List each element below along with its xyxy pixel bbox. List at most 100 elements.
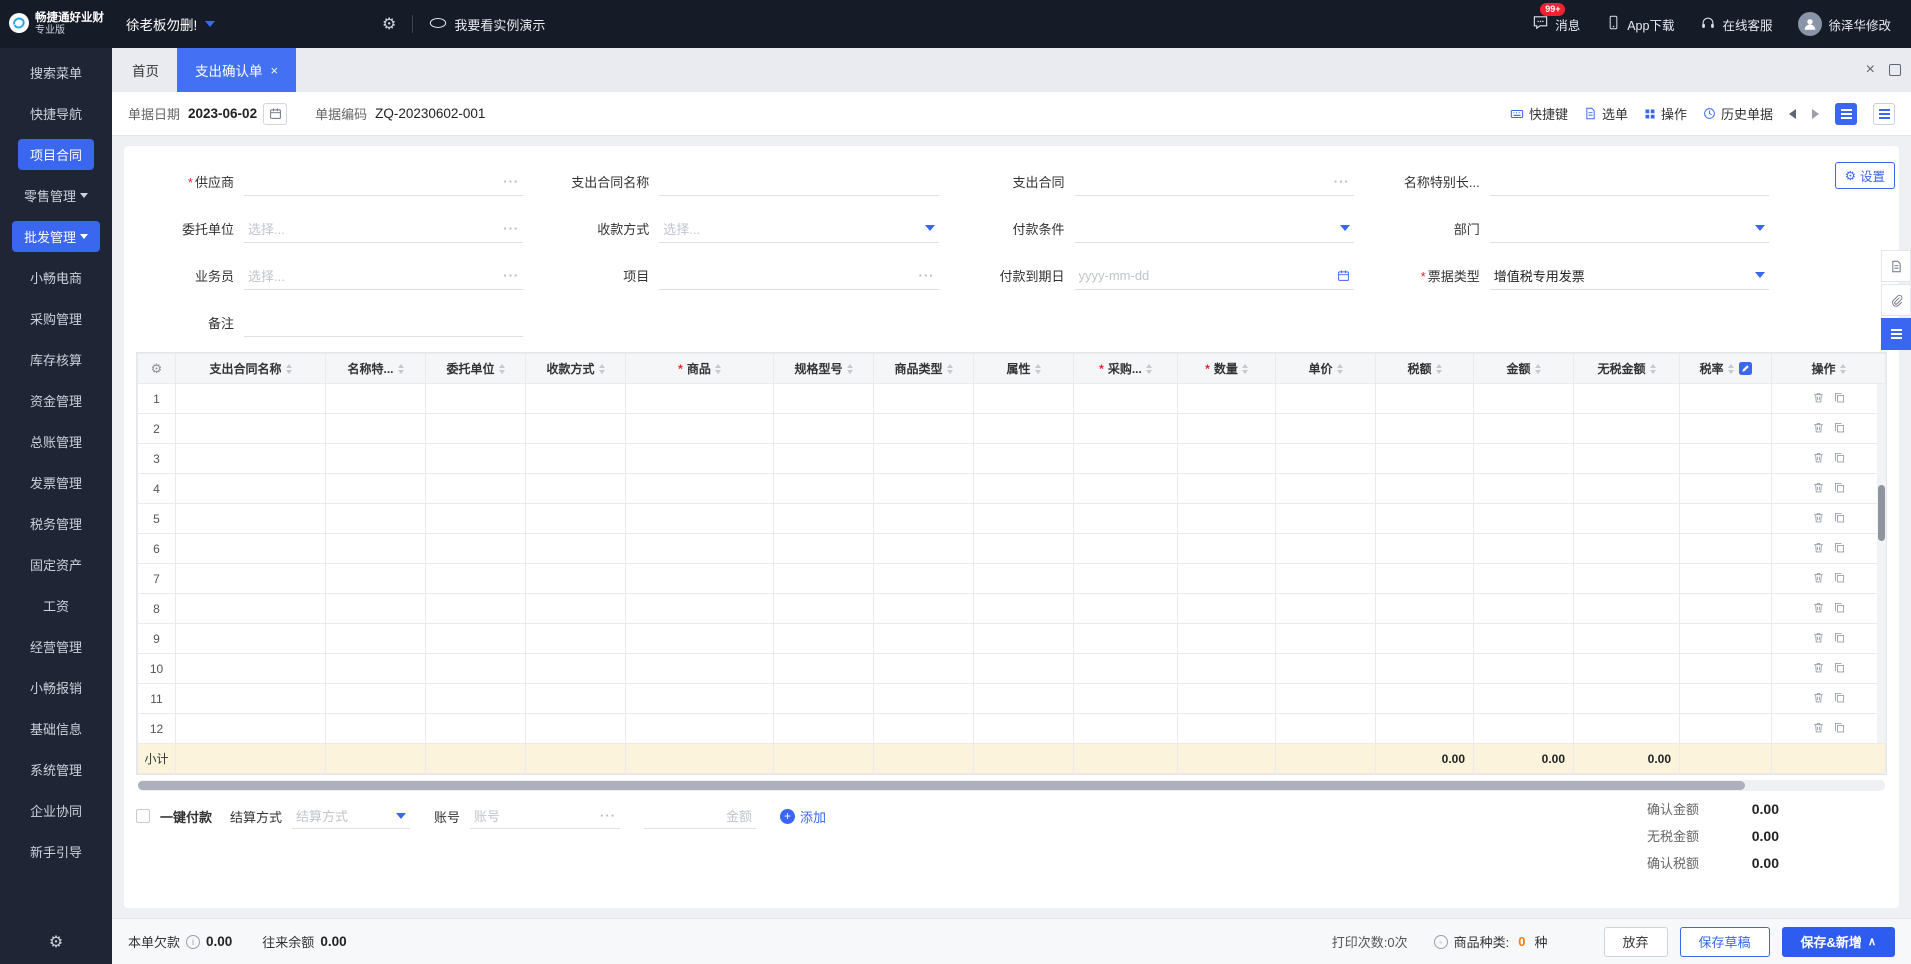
cell-contract-name[interactable] [175, 533, 326, 564]
cell-quantity[interactable] [1177, 593, 1276, 624]
cell-contract-name[interactable] [175, 383, 326, 414]
cell-tax-rate[interactable] [1679, 683, 1772, 714]
more-icon[interactable]: ··· [1334, 174, 1350, 189]
user-menu[interactable]: 徐泽华修改 [1798, 12, 1891, 36]
field-input-remark[interactable] [244, 309, 524, 337]
form-settings-button[interactable]: ⚙ 设置 [1834, 162, 1895, 189]
column-header-spec[interactable]: 规格型号 [773, 353, 874, 384]
copy-row-button[interactable] [1829, 721, 1850, 737]
cell-spec[interactable] [773, 593, 874, 624]
calendar-icon[interactable] [263, 102, 288, 125]
operations-button[interactable]: 操作 [1644, 104, 1687, 123]
cell-purchase[interactable] [1073, 563, 1178, 594]
settle-method-select[interactable]: 结算方式 [292, 803, 411, 829]
column-header-amount[interactable]: 金额 [1473, 353, 1574, 384]
cell-attribute[interactable] [973, 413, 1074, 444]
cell-quantity[interactable] [1177, 653, 1276, 684]
cell-quantity[interactable] [1177, 503, 1276, 534]
abandon-button[interactable]: 放弃 [1603, 926, 1668, 957]
cell-contract-name[interactable] [175, 503, 326, 534]
copy-row-button[interactable] [1829, 571, 1850, 587]
cell-tax-rate[interactable] [1679, 533, 1772, 564]
cell-attribute[interactable] [973, 533, 1074, 564]
chevron-down-icon[interactable] [1755, 225, 1765, 231]
cell-tax-rate[interactable] [1679, 503, 1772, 534]
cell-purchase[interactable] [1073, 653, 1178, 684]
cell-receive-method[interactable] [525, 683, 626, 714]
cell-attribute[interactable] [973, 683, 1074, 714]
cell-amount[interactable] [1473, 653, 1574, 684]
cell-unit-price[interactable] [1275, 713, 1376, 744]
delete-row-button[interactable] [1808, 691, 1829, 707]
cell-notax-amount[interactable] [1573, 443, 1680, 474]
calendar-icon[interactable] [1337, 269, 1350, 282]
cell-name-special[interactable] [325, 623, 426, 654]
tab-close-icon[interactable]: × [271, 63, 279, 78]
cell-name-special[interactable] [325, 413, 426, 444]
delete-row-button[interactable] [1808, 721, 1829, 737]
cell-receive-method[interactable] [525, 413, 626, 444]
copy-row-button[interactable] [1829, 541, 1850, 557]
cell-product-type[interactable] [873, 623, 974, 654]
cell-quantity[interactable] [1177, 623, 1276, 654]
onekey-payment-checkbox[interactable] [136, 809, 150, 823]
chevron-down-icon[interactable] [1755, 272, 1765, 278]
cell-client-unit[interactable] [425, 683, 526, 714]
cell-quantity[interactable] [1177, 683, 1276, 714]
field-input-contract-name[interactable] [659, 168, 939, 196]
copy-row-button[interactable] [1829, 391, 1850, 407]
field-input-client-unit[interactable]: 选择... ··· [244, 215, 524, 243]
cell-spec[interactable] [773, 473, 874, 504]
copy-row-button[interactable] [1829, 601, 1850, 617]
cell-attribute[interactable] [973, 653, 1074, 684]
copy-row-button[interactable] [1829, 511, 1850, 527]
cell-receive-method[interactable] [525, 443, 626, 474]
cell-tax[interactable] [1375, 503, 1474, 534]
sidebar-item-newbie-guide[interactable]: 新手引导 [0, 831, 112, 872]
cell-unit-price[interactable] [1275, 533, 1376, 564]
cell-tax-rate[interactable] [1679, 443, 1772, 474]
cell-unit-price[interactable] [1275, 623, 1376, 654]
cell-contract-name[interactable] [175, 413, 326, 444]
cell-unit-price[interactable] [1275, 443, 1376, 474]
sidebar-item-retail-mgmt[interactable]: 零售管理 [0, 175, 112, 216]
cell-tax[interactable] [1375, 473, 1474, 504]
cell-tax-rate[interactable] [1679, 413, 1772, 444]
column-header-product-type[interactable]: 商品类型 [873, 353, 974, 384]
cell-amount[interactable] [1473, 413, 1574, 444]
list-view-toggle[interactable] [1835, 102, 1857, 125]
cell-purchase[interactable] [1073, 593, 1178, 624]
more-icon[interactable]: ··· [503, 174, 519, 189]
shortcut-keys-button[interactable]: 快捷键 [1510, 104, 1568, 123]
cell-unit-price[interactable] [1275, 383, 1376, 414]
cell-contract-name[interactable] [175, 563, 326, 594]
cell-tax[interactable] [1375, 533, 1474, 564]
cell-quantity[interactable] [1177, 713, 1276, 744]
cell-product-type[interactable] [873, 653, 974, 684]
sort-icon[interactable] [1649, 363, 1656, 374]
sidebar-item-project-contract[interactable]: 项目合同 [0, 134, 112, 175]
delete-row-button[interactable] [1808, 661, 1829, 677]
cell-purchase[interactable] [1073, 623, 1178, 654]
app-download-button[interactable]: App下载 [1606, 15, 1674, 34]
field-input-supplier[interactable]: ··· [244, 168, 524, 196]
save-and-new-button[interactable]: 保存&新增 ∧ [1781, 926, 1895, 957]
cell-notax-amount[interactable] [1573, 503, 1680, 534]
sort-icon[interactable] [1435, 363, 1442, 374]
sort-icon[interactable] [598, 363, 605, 374]
sidebar-item-enterprise-collab[interactable]: 企业协同 [0, 790, 112, 831]
field-input-pay-terms[interactable] [1074, 215, 1354, 243]
cell-attribute[interactable] [973, 563, 1074, 594]
cell-name-special[interactable] [325, 473, 426, 504]
sort-icon[interactable] [946, 363, 953, 374]
sort-icon[interactable] [1241, 363, 1248, 374]
sort-icon[interactable] [397, 363, 404, 374]
detail-view-toggle[interactable] [1873, 102, 1895, 125]
cell-purchase[interactable] [1073, 473, 1178, 504]
sidebar-item-quick-nav[interactable]: 快捷导航 [0, 93, 112, 134]
cell-spec[interactable] [773, 683, 874, 714]
cell-spec[interactable] [773, 713, 874, 744]
cell-amount[interactable] [1473, 473, 1574, 504]
cell-unit-price[interactable] [1275, 413, 1376, 444]
cell-quantity[interactable] [1177, 473, 1276, 504]
